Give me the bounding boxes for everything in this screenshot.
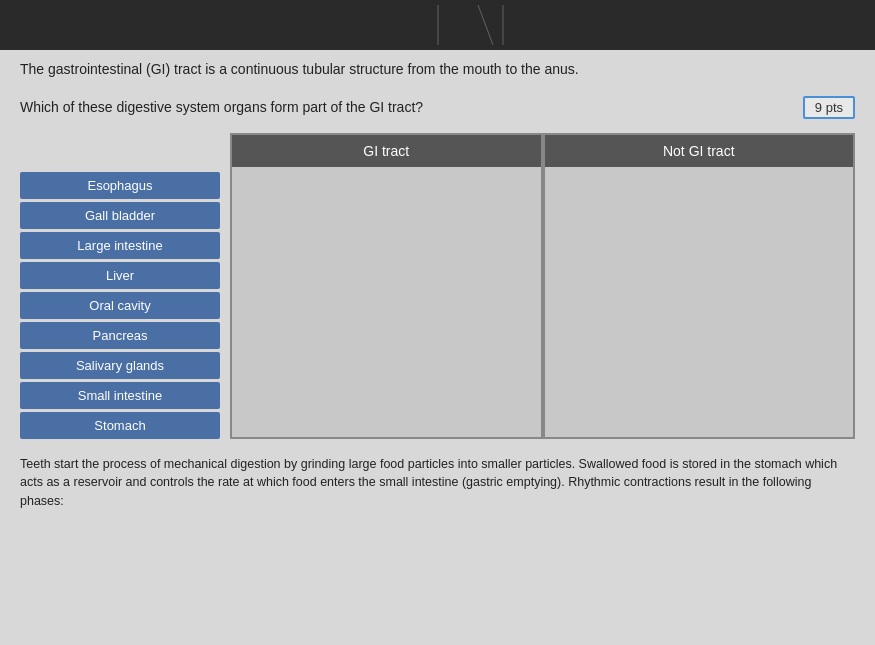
drag-item[interactable]: Small intestine	[20, 382, 220, 409]
drag-drop-area: Esophagus Gall bladder Large intestine Live…	[20, 133, 855, 439]
drag-item[interactable]: Large intestine	[20, 232, 220, 259]
top-bar	[0, 0, 875, 50]
drag-item[interactable]: Esophagus	[20, 172, 220, 199]
footer-text: Teeth start the process of mechanical di…	[20, 455, 855, 511]
svg-line-1	[478, 5, 493, 45]
drag-item[interactable]: Liver	[20, 262, 220, 289]
drag-item[interactable]: Gall bladder	[20, 202, 220, 229]
question-text: Which of these digestive system organs f…	[20, 99, 423, 115]
drop-zone-header-not_gi_tract: Not GI tract	[545, 135, 854, 167]
drag-item[interactable]: Oral cavity	[20, 292, 220, 319]
page-container: The gastrointestinal (GI) tract is a con…	[0, 0, 875, 645]
items-column: Esophagus Gall bladder Large intestine Live…	[20, 133, 230, 439]
drop-zone-not_gi_tract[interactable]: Not GI tract	[543, 133, 856, 439]
drag-item[interactable]: Salivary glands	[20, 352, 220, 379]
drop-zone-body-gi_tract[interactable]	[232, 167, 541, 397]
drop-zone-header-gi_tract: GI tract	[232, 135, 541, 167]
drag-item[interactable]: Stomach	[20, 412, 220, 439]
question-row: Which of these digestive system organs f…	[20, 96, 855, 119]
drop-zone-gi_tract[interactable]: GI tract	[230, 133, 543, 439]
drop-zone-body-not_gi_tract[interactable]	[545, 167, 854, 397]
points-badge: 9 pts	[803, 96, 855, 119]
drag-item[interactable]: Pancreas	[20, 322, 220, 349]
description-text: The gastrointestinal (GI) tract is a con…	[20, 60, 855, 80]
drop-zones: GI tractNot GI tract	[230, 133, 855, 439]
